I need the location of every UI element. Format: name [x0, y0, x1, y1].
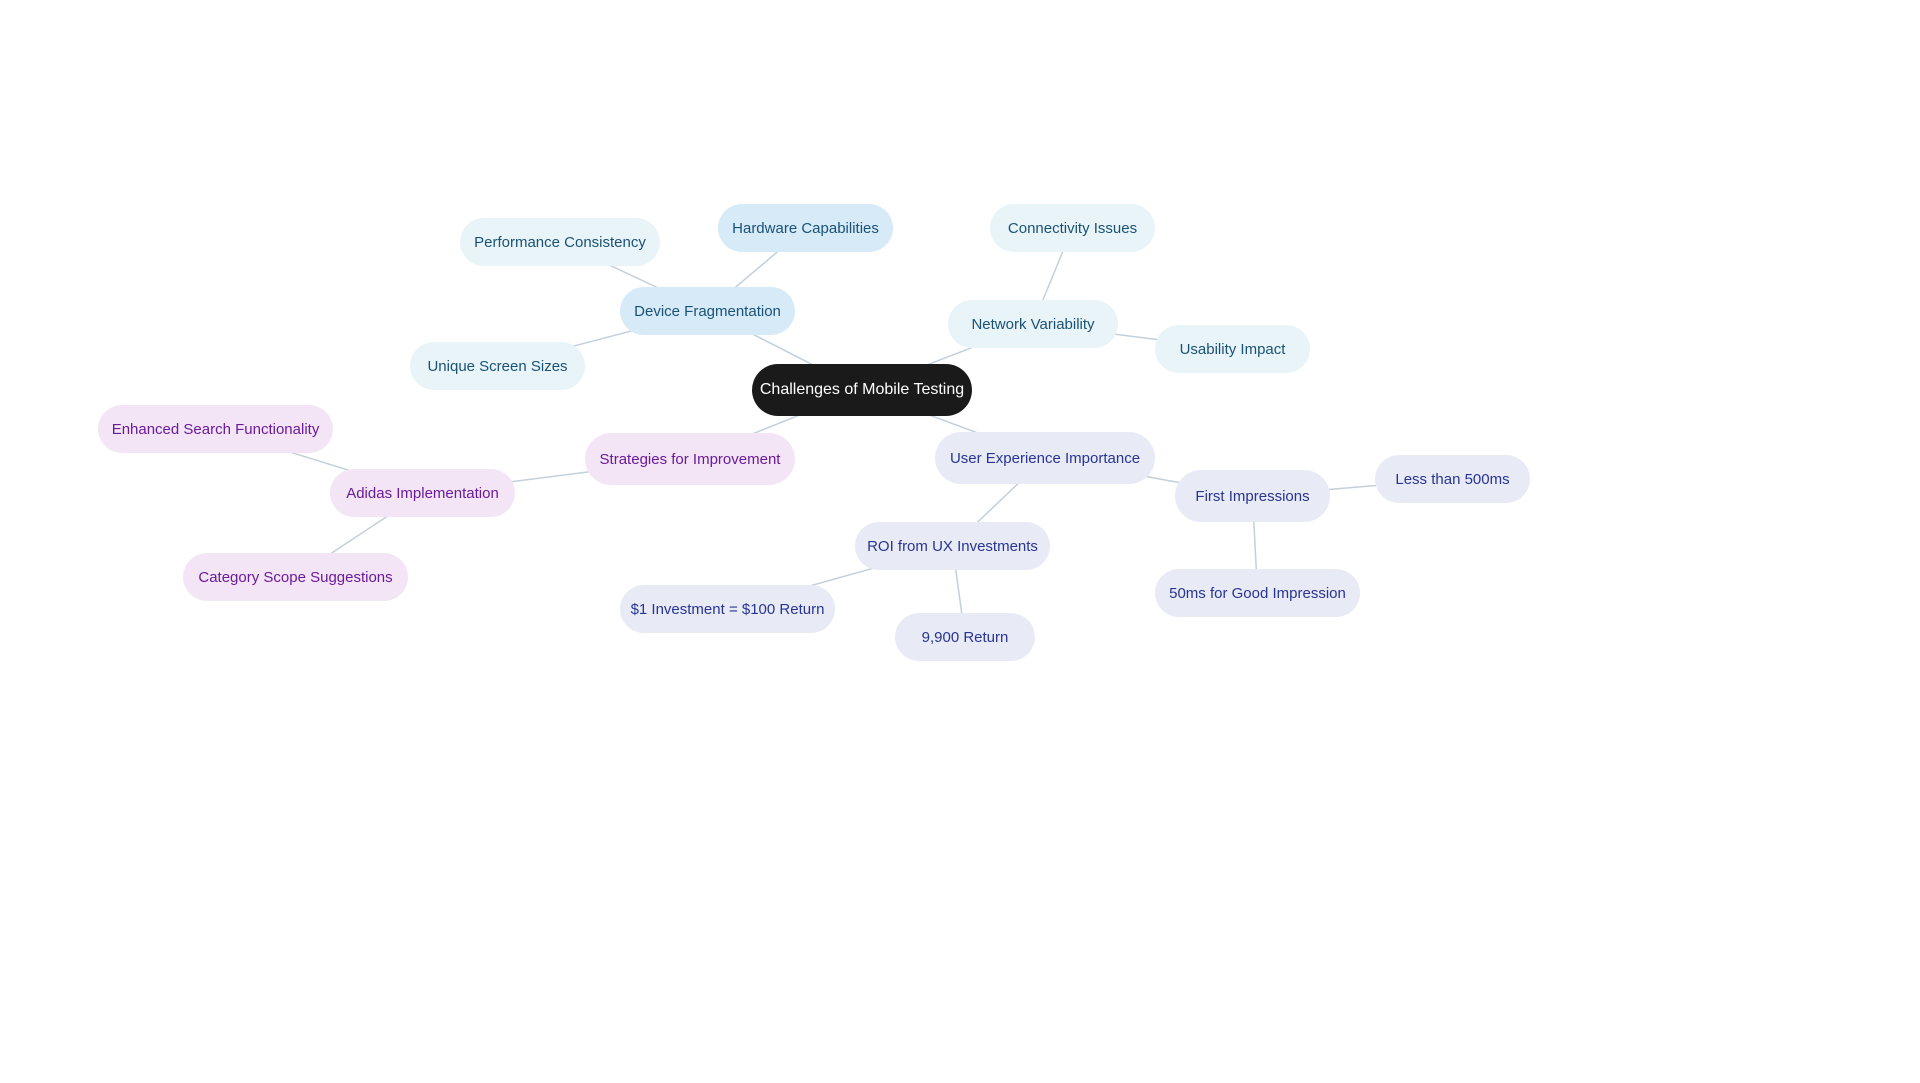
node-category_scope[interactable]: Category Scope Suggestions	[183, 553, 408, 601]
node-enhanced_search[interactable]: Enhanced Search Functionality	[98, 405, 333, 453]
node-center[interactable]: Challenges of Mobile Testing	[752, 364, 972, 416]
node-strategies_improvement[interactable]: Strategies for Improvement	[585, 433, 795, 485]
node-usability_impact[interactable]: Usability Impact	[1155, 325, 1310, 373]
node-9900_return[interactable]: 9,900 Return	[895, 613, 1035, 661]
node-less_than_500ms[interactable]: Less than 500ms	[1375, 455, 1530, 503]
node-adidas_implementation[interactable]: Adidas Implementation	[330, 469, 515, 517]
node-device_fragmentation[interactable]: Device Fragmentation	[620, 287, 795, 335]
node-dollar_investment[interactable]: $1 Investment = $100 Return	[620, 585, 835, 633]
mind-map: Challenges of Mobile Testing Device Fragm…	[0, 0, 1920, 1083]
node-performance_consistency[interactable]: Performance Consistency	[460, 218, 660, 266]
node-network_variability[interactable]: Network Variability	[948, 300, 1118, 348]
node-user_experience[interactable]: User Experience Importance	[935, 432, 1155, 484]
node-hardware_capabilities[interactable]: Hardware Capabilities	[718, 204, 893, 252]
node-first_impressions[interactable]: First Impressions	[1175, 470, 1330, 522]
node-roi_ux[interactable]: ROI from UX Investments	[855, 522, 1050, 570]
node-unique_screen_sizes[interactable]: Unique Screen Sizes	[410, 342, 585, 390]
node-connectivity_issues[interactable]: Connectivity Issues	[990, 204, 1155, 252]
node-50ms_good_impression[interactable]: 50ms for Good Impression	[1155, 569, 1360, 617]
